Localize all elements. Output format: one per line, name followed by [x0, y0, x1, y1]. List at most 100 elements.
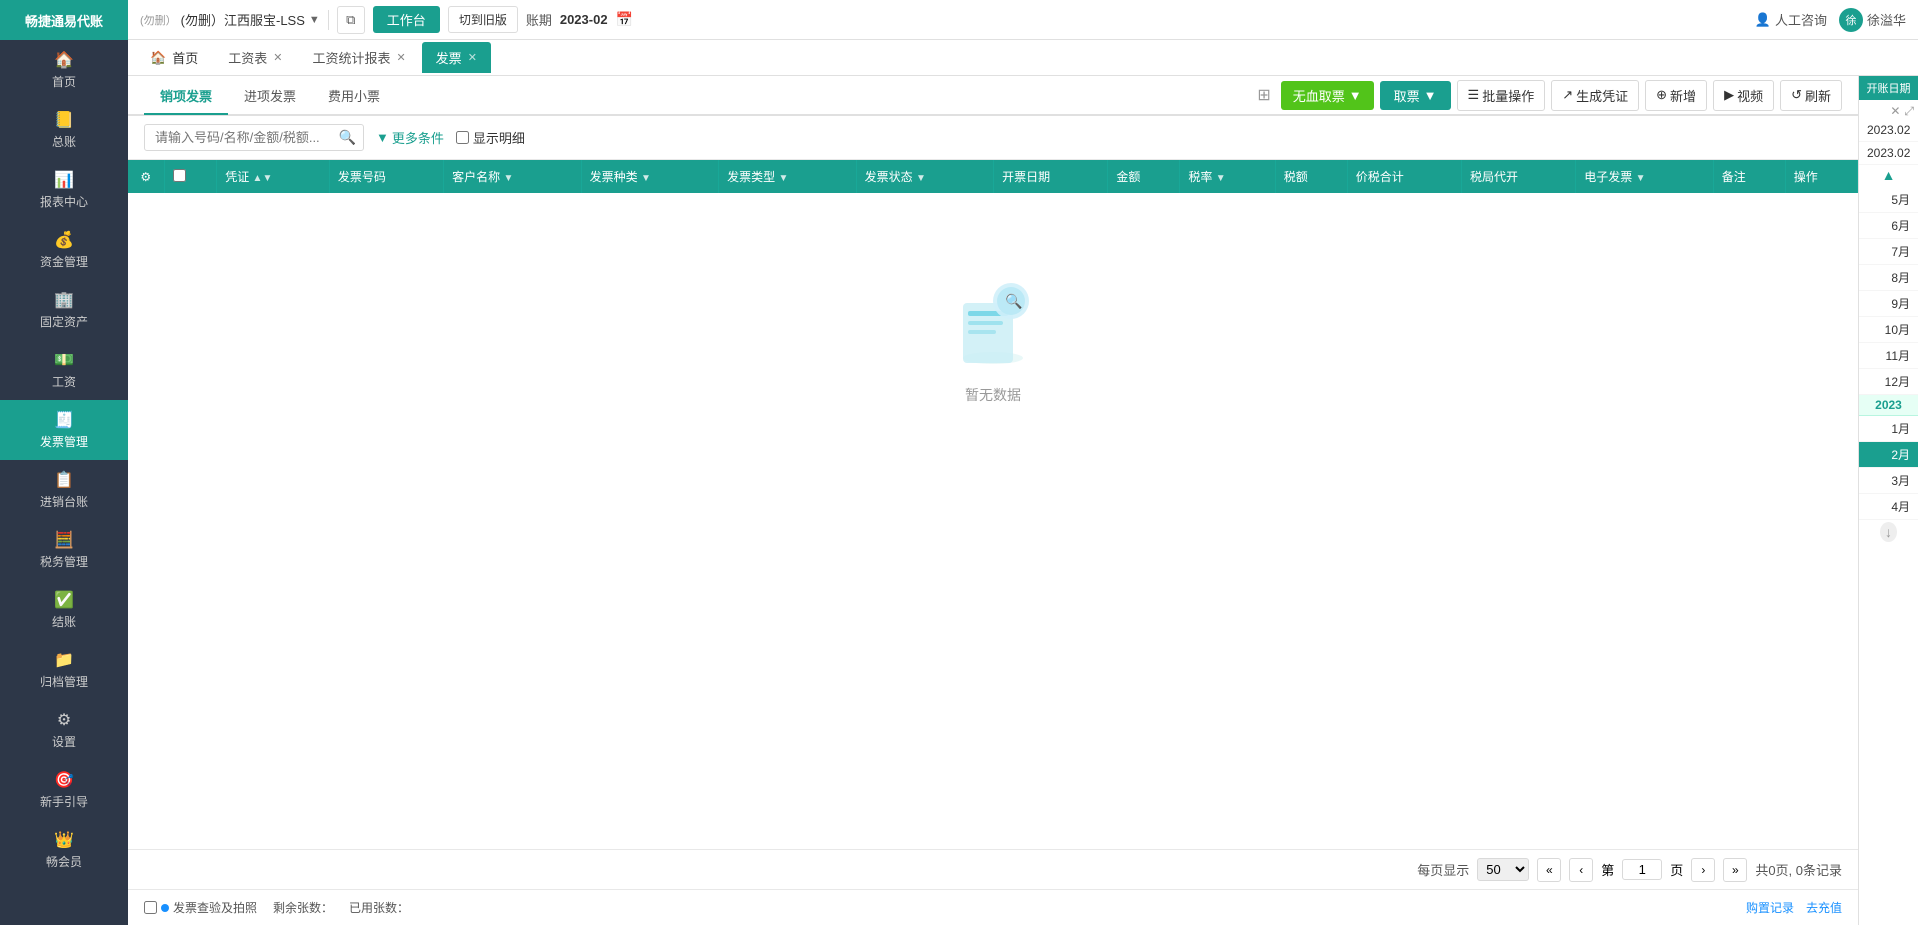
- last-page-button[interactable]: »: [1723, 858, 1747, 882]
- scroll-down-icon[interactable]: ↓: [1859, 520, 1918, 546]
- sidebar-item-assets[interactable]: 🏢 固定资产: [0, 280, 128, 340]
- date-item-12[interactable]: 12月: [1859, 369, 1918, 395]
- remaining-label: 剩余张数：: [273, 899, 333, 916]
- tab-salary-close-icon[interactable]: ✕: [273, 51, 282, 64]
- recharge-link[interactable]: 去充值: [1806, 899, 1842, 916]
- tab-invoice[interactable]: 发票 ✕: [422, 42, 491, 73]
- date-item-2023-4[interactable]: 4月: [1859, 494, 1918, 520]
- copy-icon[interactable]: ⧉: [337, 6, 365, 34]
- subtab-expense-receipt[interactable]: 费用小票: [312, 78, 396, 115]
- sidebar-item-settings[interactable]: ⚙ 设置: [0, 700, 128, 760]
- date-item-2023-2[interactable]: 2月: [1859, 442, 1918, 468]
- empty-state: 🔍 暂无数据: [128, 193, 1858, 485]
- company-selector[interactable]: (勿删） (勿删）江西服宝-LSS ▼: [140, 10, 320, 29]
- sidebar-item-ledger[interactable]: 📒 总账: [0, 100, 128, 160]
- invoice-check-checkbox[interactable]: [144, 901, 157, 914]
- scroll-up-icon[interactable]: ▲: [1859, 165, 1918, 187]
- date-item-5[interactable]: 5月: [1859, 187, 1918, 213]
- video-button[interactable]: ▶ 视频: [1713, 80, 1774, 111]
- subtab-purchase-invoice[interactable]: 进项发票: [228, 78, 312, 115]
- tab-salary-stats[interactable]: 工资统计报表 ✕: [298, 42, 419, 73]
- select-all-checkbox[interactable]: [173, 169, 186, 182]
- col-date[interactable]: 开票日期: [994, 160, 1108, 193]
- sales-icon: 📋: [54, 470, 74, 490]
- sidebar-item-reports[interactable]: 📊 报表中心: [0, 160, 128, 220]
- funds-icon: 💰: [54, 230, 74, 250]
- batch-op-button[interactable]: ☰ 批量操作: [1457, 80, 1546, 111]
- workbench-button[interactable]: 工作台: [373, 6, 440, 33]
- subtab-sales-invoice[interactable]: 销项发票: [144, 78, 228, 115]
- date-item-8[interactable]: 8月: [1859, 265, 1918, 291]
- date-item-11[interactable]: 11月: [1859, 343, 1918, 369]
- col-remark[interactable]: 备注: [1713, 160, 1785, 193]
- sidebar-item-membership[interactable]: 👑 畅会员: [0, 820, 128, 880]
- sidebar-item-sales[interactable]: 📋 进销台账: [0, 460, 128, 520]
- switch-version-button[interactable]: 切到旧版: [448, 6, 518, 33]
- refresh-button[interactable]: ↺ 刷新: [1780, 80, 1842, 111]
- date-item-9[interactable]: 9月: [1859, 291, 1918, 317]
- subtabs: 销项发票 进项发票 费用小票 ⊞ 无血取票 ▼ 取票 ▼ ☰: [128, 76, 1858, 116]
- date-item-2023-02-first[interactable]: 2023.02: [1859, 119, 1918, 142]
- sidebar-item-invoice[interactable]: 🧾 发票管理: [0, 400, 128, 460]
- date-item-6[interactable]: 6月: [1859, 213, 1918, 239]
- col-e-invoice[interactable]: 电子发票 ▼: [1576, 160, 1713, 193]
- date-item-7[interactable]: 7月: [1859, 239, 1918, 265]
- first-page-button[interactable]: «: [1537, 858, 1561, 882]
- tab-salary-stats-close-icon[interactable]: ✕: [396, 51, 405, 64]
- tab-salary[interactable]: 工资表 ✕: [214, 42, 296, 73]
- grid-icon[interactable]: ⊞: [1253, 85, 1274, 105]
- settings-icon: ⚙: [57, 710, 71, 730]
- more-filter-button[interactable]: ▼ 更多条件: [376, 128, 444, 147]
- search-icon[interactable]: 🔍: [339, 129, 356, 146]
- no-tax-button[interactable]: 无血取票 ▼: [1281, 81, 1374, 110]
- per-page-select[interactable]: 50 10 20 100: [1477, 858, 1529, 881]
- sidebar-item-guide[interactable]: 🎯 新手引导: [0, 760, 128, 820]
- gen-voucher-button[interactable]: ↗ 生成凭证: [1551, 80, 1639, 111]
- per-page-label: 每页显示: [1417, 860, 1469, 879]
- col-customer[interactable]: 客户名称 ▼: [444, 160, 581, 193]
- search-input[interactable]: [144, 124, 364, 151]
- col-action[interactable]: 操作: [1785, 160, 1857, 193]
- sidebar-item-archive[interactable]: 📁 归档管理: [0, 640, 128, 700]
- date-item-2023-1[interactable]: 1月: [1859, 416, 1918, 442]
- col-invoice-type[interactable]: 发票种类 ▼: [581, 160, 718, 193]
- main-area: (勿删） (勿删）江西服宝-LSS ▼ ⧉ 工作台 切到旧版 账期 2023-0…: [128, 0, 1918, 925]
- sidebar-item-salary[interactable]: 💵 工资: [0, 340, 128, 400]
- new-button[interactable]: ⊕ 新增: [1645, 80, 1707, 111]
- col-total[interactable]: 价税合计: [1347, 160, 1461, 193]
- panel-close-icon[interactable]: ✕: [1890, 104, 1900, 119]
- buy-record-link[interactable]: 购置记录: [1746, 899, 1794, 916]
- sidebar-item-funds[interactable]: 💰 资金管理: [0, 220, 128, 280]
- sidebar-item-tax[interactable]: 🧮 税务管理: [0, 520, 128, 580]
- col-tax-rate[interactable]: 税率 ▼: [1180, 160, 1275, 193]
- next-page-button[interactable]: ›: [1691, 858, 1715, 882]
- user-menu[interactable]: 徐 徐溢华: [1839, 8, 1906, 32]
- date-item-10[interactable]: 10月: [1859, 317, 1918, 343]
- batch-icon: ☰: [1468, 87, 1480, 103]
- col-invoice-no[interactable]: 发票号码: [329, 160, 443, 193]
- col-tax-bureau[interactable]: 税局代开: [1461, 160, 1575, 193]
- tab-invoice-close-icon[interactable]: ✕: [468, 51, 477, 64]
- tab-home[interactable]: 🏠 首页: [136, 42, 212, 73]
- col-setting[interactable]: ⚙: [128, 160, 164, 193]
- date-item-2023-02-second[interactable]: 2023.02: [1859, 142, 1918, 165]
- col-invoice-subtype[interactable]: 发票类型 ▼: [719, 160, 856, 193]
- date-item-2023-3[interactable]: 3月: [1859, 468, 1918, 494]
- support-button[interactable]: 👤 人工咨询: [1755, 10, 1827, 29]
- col-invoice-status[interactable]: 发票状态 ▼: [856, 160, 993, 193]
- sidebar-item-close[interactable]: ✅ 结账: [0, 580, 128, 640]
- col-amount[interactable]: 金额: [1108, 160, 1180, 193]
- filterbar: 🔍 ▼ 更多条件 显示明细: [128, 116, 1858, 160]
- col-voucher[interactable]: 凭证 ▲▼: [217, 160, 330, 193]
- period-calendar-icon[interactable]: 📅: [616, 11, 633, 28]
- take-ticket-button[interactable]: 取票 ▼: [1380, 81, 1451, 110]
- panel-expand-icon[interactable]: ⤢: [1904, 104, 1914, 119]
- col-checkbox[interactable]: [164, 160, 217, 193]
- show-detail-input[interactable]: [456, 131, 469, 144]
- prev-page-button[interactable]: ‹: [1569, 858, 1593, 882]
- open-period-button[interactable]: 开账日期: [1859, 76, 1918, 100]
- sidebar-item-home[interactable]: 🏠 首页: [0, 40, 128, 100]
- col-tax[interactable]: 税额: [1275, 160, 1347, 193]
- show-detail-checkbox[interactable]: 显示明细: [456, 128, 525, 147]
- page-input[interactable]: [1622, 859, 1662, 880]
